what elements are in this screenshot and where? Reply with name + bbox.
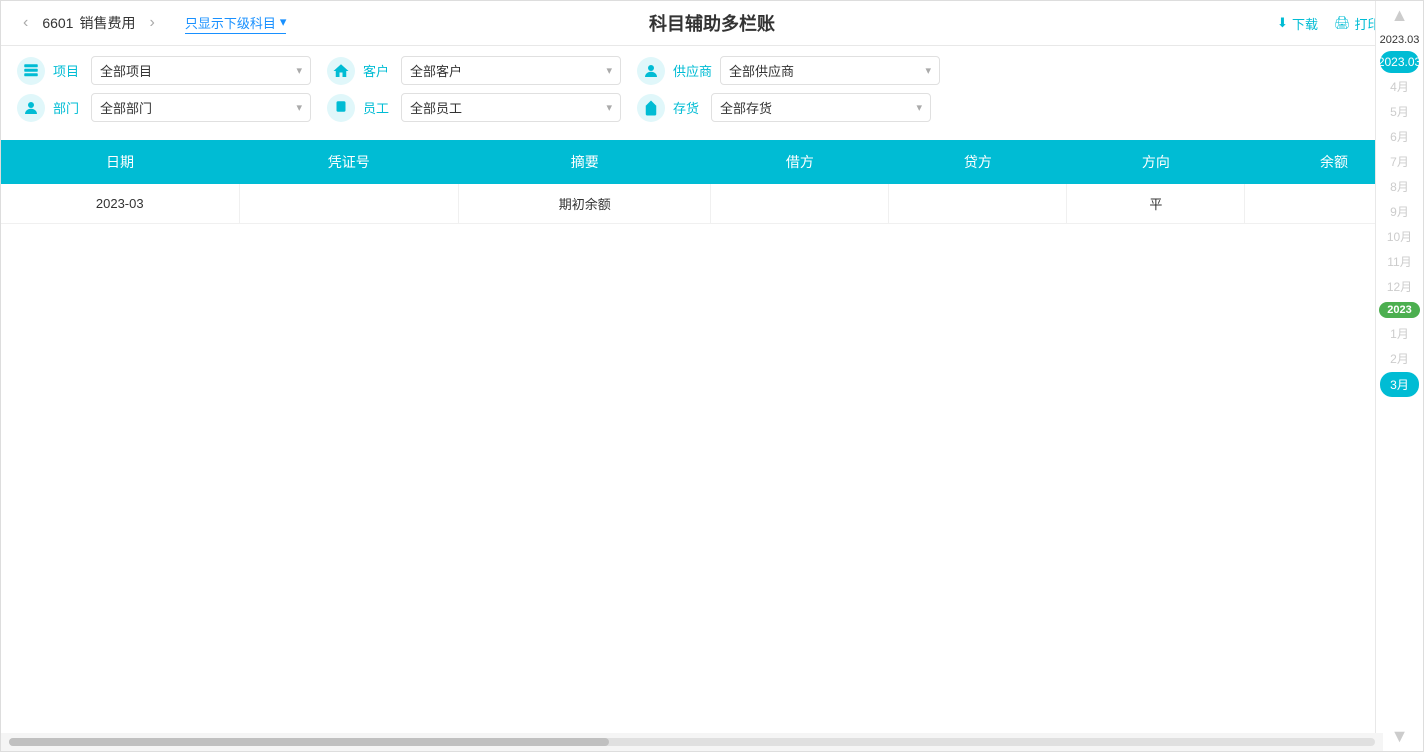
show-sub-label: 只显示下级科目 [185, 13, 276, 32]
download-icon: ⬇ [1277, 15, 1288, 31]
sidebar-item-1[interactable]: 1月 [1376, 321, 1423, 346]
sidebar-item-6[interactable]: 6月 [1376, 124, 1423, 149]
col-voucher: 凭证号 [239, 140, 459, 184]
filter-supplier: 供应商 全部供应商 ▾ [637, 56, 940, 85]
scrollbar-track [9, 738, 1375, 746]
sidebar-item-2023-03-top[interactable]: 2023.03 [1376, 30, 1423, 50]
sidebar-item-10[interactable]: 10月 [1376, 224, 1423, 249]
title-left: ‹ 6601 销售费用 › 只显示下级科目 ▾ [17, 12, 286, 34]
cell-direction: 平 [1067, 184, 1245, 224]
sidebar-item-11[interactable]: 11月 [1376, 249, 1423, 274]
scrollbar-thumb [9, 738, 609, 746]
sidebar-up-arrow[interactable]: ▲ [1387, 1, 1413, 30]
supplier-icon [637, 57, 665, 85]
main-window: ‹ 6601 销售费用 › 只显示下级科目 ▾ 科目辅助多栏账 ⬇ 下载 🖨 打… [0, 0, 1424, 752]
inventory-icon [637, 94, 665, 122]
sidebar-item-8[interactable]: 8月 [1376, 174, 1423, 199]
right-sidebar: ▲ 2023.03 2023.03 4月 5月 6月 7月 8月 9月 10月 … [1375, 1, 1423, 751]
customer-label: 客户 [363, 61, 393, 80]
employee-arrow-icon: ▾ [606, 101, 612, 114]
print-button[interactable]: 🖨 打印 [1334, 14, 1381, 33]
bottom-scrollbar[interactable] [1, 733, 1383, 751]
filter-department: 部门 全部部门 ▾ [17, 93, 311, 122]
customer-select[interactable]: 全部客户 ▾ [401, 56, 621, 85]
account-code-name: 销售费用 [79, 13, 135, 33]
cell-date: 2023-03 [1, 184, 239, 224]
col-date: 日期 [1, 140, 239, 184]
print-icon: 🖨 [1334, 15, 1351, 31]
filter-customer: 客户 全部客户 ▾ [327, 56, 621, 85]
supplier-arrow-icon: ▾ [925, 64, 931, 77]
project-arrow-icon: ▾ [296, 64, 302, 77]
project-icon [17, 57, 45, 85]
department-label: 部门 [53, 98, 83, 117]
col-direction: 方向 [1067, 140, 1245, 184]
cell-voucher [239, 184, 459, 224]
prev-button[interactable]: ‹ [17, 12, 34, 34]
project-label: 项目 [53, 61, 83, 80]
department-select[interactable]: 全部部门 ▾ [91, 93, 311, 122]
data-table: 日期 凭证号 摘要 借方 贷方 方向 余额 2023-03 期初余额 [1, 140, 1423, 224]
inventory-arrow-icon: ▾ [916, 101, 922, 114]
cell-credit [889, 184, 1067, 224]
show-sub-arrow-icon: ▾ [280, 14, 287, 30]
supplier-select[interactable]: 全部供应商 ▾ [720, 56, 940, 85]
sidebar-item-12[interactable]: 12月 [1376, 274, 1423, 299]
inventory-value: 全部存货 [720, 98, 772, 117]
col-credit: 贷方 [889, 140, 1067, 184]
project-value: 全部项目 [100, 61, 152, 80]
title-bar: ‹ 6601 销售费用 › 只显示下级科目 ▾ 科目辅助多栏账 ⬇ 下载 🖨 打… [1, 1, 1423, 46]
supplier-value: 全部供应商 [729, 61, 794, 80]
supplier-label: 供应商 [673, 61, 712, 80]
cell-debit [711, 184, 889, 224]
employee-label: 员工 [363, 98, 393, 117]
employee-value: 全部员工 [410, 98, 462, 117]
sidebar-down-arrow[interactable]: ▼ [1387, 722, 1413, 751]
filter-row-1: 项目 全部项目 ▾ 客户 全部客户 ▾ 供应 [17, 56, 1407, 85]
sidebar-item-2023-03-selected[interactable]: 2023.03 [1380, 51, 1419, 73]
sidebar-item-5[interactable]: 5月 [1376, 99, 1423, 124]
filter-row-2: 部门 全部部门 ▾ 员工 全部员工 ▾ 存货 [17, 93, 1407, 122]
download-button[interactable]: ⬇ 下载 [1277, 14, 1318, 33]
employee-icon [327, 94, 355, 122]
col-debit: 借方 [711, 140, 889, 184]
page-title: 科目辅助多栏账 [649, 10, 775, 36]
table-header: 日期 凭证号 摘要 借方 贷方 方向 余额 [1, 140, 1423, 184]
customer-icon [327, 57, 355, 85]
show-sub-button[interactable]: 只显示下级科目 ▾ [185, 13, 287, 34]
inventory-label: 存货 [673, 98, 703, 117]
account-code: 6601 销售费用 [42, 13, 135, 33]
department-icon [17, 94, 45, 122]
download-label: 下载 [1292, 14, 1318, 33]
table-row: 2023-03 期初余额 平 [1, 184, 1423, 224]
project-select[interactable]: 全部项目 ▾ [91, 56, 311, 85]
sidebar-item-4[interactable]: 4月 [1376, 74, 1423, 99]
table-body: 2023-03 期初余额 平 [1, 184, 1423, 224]
account-code-number: 6601 [42, 15, 73, 31]
year-badge-2023: 2023 [1379, 302, 1419, 318]
department-value: 全部部门 [100, 98, 152, 117]
customer-value: 全部客户 [410, 61, 462, 80]
cell-summary: 期初余额 [459, 184, 711, 224]
department-arrow-icon: ▾ [296, 101, 302, 114]
next-button[interactable]: › [143, 12, 160, 34]
employee-select[interactable]: 全部员工 ▾ [401, 93, 621, 122]
col-summary: 摘要 [459, 140, 711, 184]
sidebar-item-9[interactable]: 9月 [1376, 199, 1423, 224]
inventory-select[interactable]: 全部存货 ▾ [711, 93, 931, 122]
filter-project: 项目 全部项目 ▾ [17, 56, 311, 85]
table-wrapper: 日期 凭证号 摘要 借方 贷方 方向 余额 2023-03 期初余额 [1, 140, 1423, 739]
sidebar-item-2[interactable]: 2月 [1376, 346, 1423, 371]
filter-inventory: 存货 全部存货 ▾ [637, 93, 931, 122]
sidebar-item-3-active[interactable]: 3月 [1380, 372, 1419, 397]
customer-arrow-icon: ▾ [606, 64, 612, 77]
filter-area: 项目 全部项目 ▾ 客户 全部客户 ▾ 供应 [1, 46, 1423, 140]
sidebar-item-7[interactable]: 7月 [1376, 149, 1423, 174]
filter-employee: 员工 全部员工 ▾ [327, 93, 621, 122]
content-wrapper: 日期 凭证号 摘要 借方 贷方 方向 余额 2023-03 期初余额 [1, 140, 1423, 739]
